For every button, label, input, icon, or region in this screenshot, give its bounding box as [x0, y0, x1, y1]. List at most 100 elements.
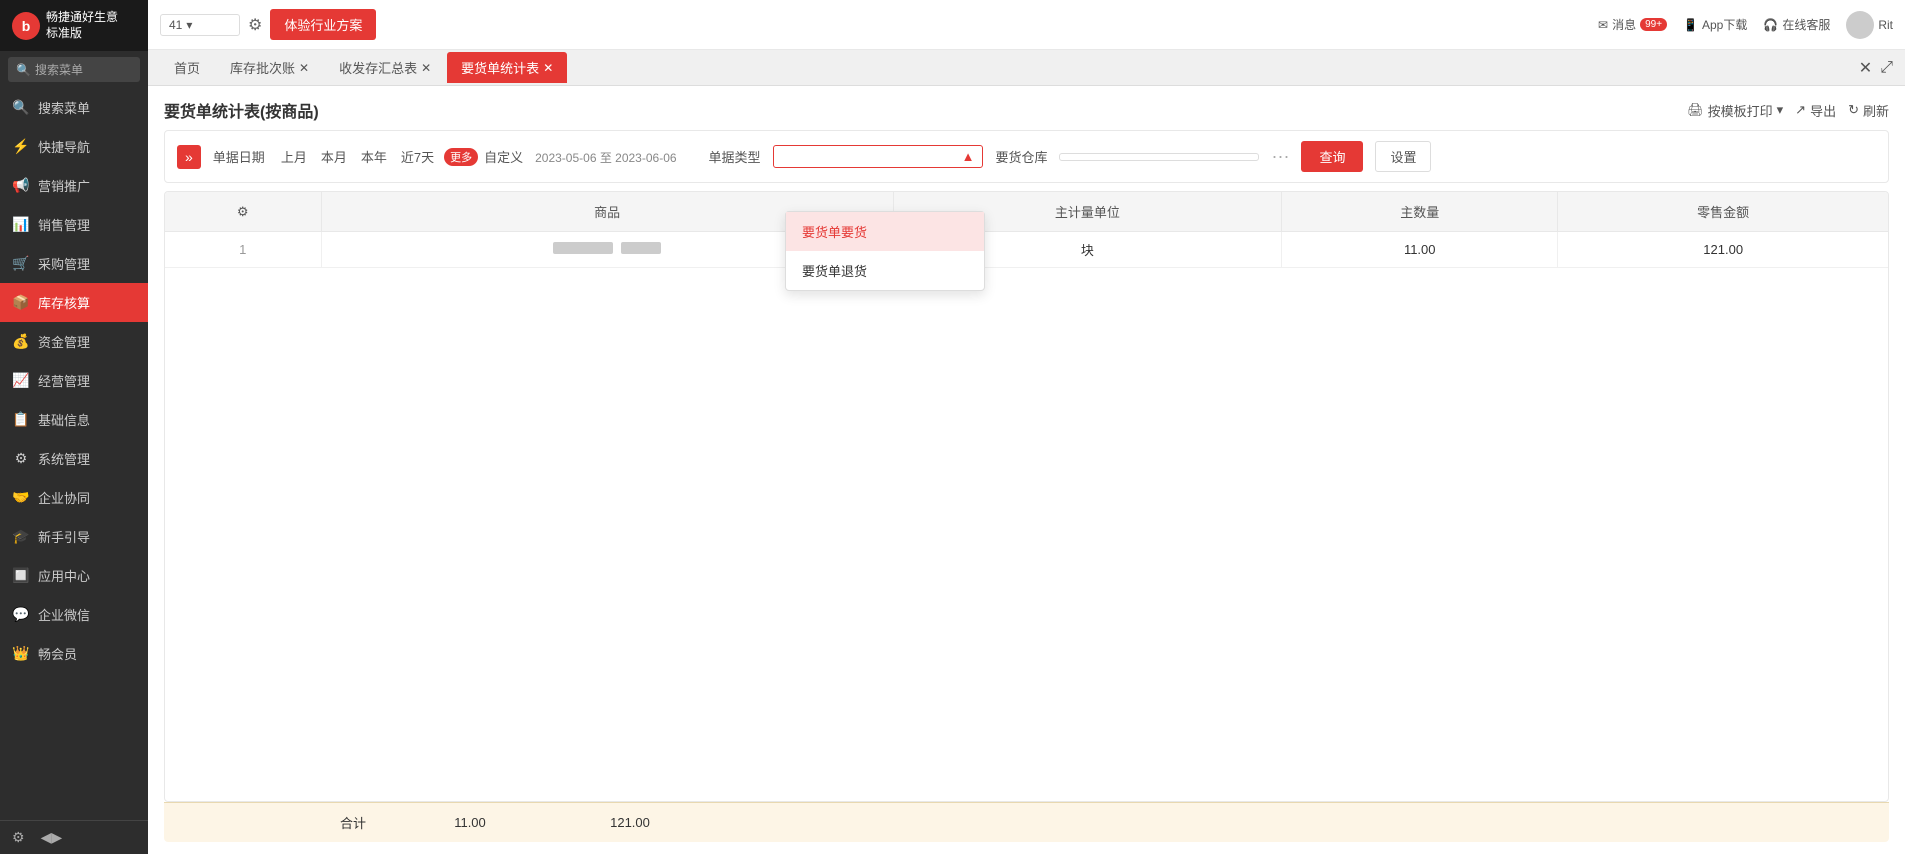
sidebar-item-base[interactable]: 📋基础信息 — [0, 400, 148, 439]
tab-order-stats[interactable]: 要货单统计表✕ — [447, 52, 567, 83]
table-row: 1 块 11.00 121.00 — [165, 232, 1888, 268]
tab-label-collect-summary: 收发存汇总表 — [339, 58, 417, 77]
search-icon: 🔍 — [16, 63, 31, 77]
message-action[interactable]: ✉ 消息 99+ — [1598, 16, 1667, 33]
sidebar-label-wechat: 企业微信 — [38, 605, 90, 624]
sidebar-item-inventory[interactable]: 📦库存核算 — [0, 283, 148, 322]
sidebar-icon-finance: 💰 — [12, 333, 30, 350]
sidebar-icon-marketing: 📢 — [12, 177, 30, 194]
dropdown-item-order-return[interactable]: 要货单退货 — [786, 251, 984, 290]
trial-button[interactable]: 体验行业方案 — [270, 9, 376, 40]
main-content: 41 ▾ ⚙ 体验行业方案 ✉ 消息 99+ 📱 App下载 🎧 在线客服 R — [148, 0, 1905, 854]
sidebar-item-sales[interactable]: 📊销售管理 — [0, 205, 148, 244]
table-footer: 合计 11.00 121.00 — [164, 802, 1889, 842]
sidebar-icon-appstore: 🔲 — [12, 567, 30, 584]
refresh-button[interactable]: ↻ 刷新 — [1848, 101, 1889, 120]
collapse-icon[interactable]: ◀▶ — [41, 829, 63, 846]
tab-close-order-stats[interactable]: ✕ — [543, 61, 553, 75]
sidebar-icon-member: 👑 — [12, 645, 30, 662]
sidebar-item-quick-nav[interactable]: ⚡快捷导航 — [0, 127, 148, 166]
export-button[interactable]: ↗ 导出 — [1795, 101, 1836, 120]
tab-close-inventory-batch[interactable]: ✕ — [299, 61, 309, 75]
logo-icon: b — [12, 12, 40, 40]
sidebar-item-operations[interactable]: 📈经营管理 — [0, 361, 148, 400]
product-blur2 — [621, 242, 661, 254]
more-filter-btn[interactable]: ··· — [1271, 146, 1289, 167]
tab-label-home: 首页 — [174, 58, 200, 77]
sidebar-item-finance[interactable]: 💰资金管理 — [0, 322, 148, 361]
sidebar-icon-search: 🔍 — [12, 99, 30, 116]
sidebar-item-wechat[interactable]: 💬企业微信 — [0, 595, 148, 634]
sidebar-label-appstore: 应用中心 — [38, 566, 90, 585]
filter-expand-button[interactable]: » — [177, 145, 201, 169]
date-this-month[interactable]: 本月 — [317, 145, 351, 168]
sidebar-bottom: ⚙ ◀▶ — [0, 820, 148, 854]
sidebar-item-purchase[interactable]: 🛒采购管理 — [0, 244, 148, 283]
settings-icon[interactable]: ⚙ — [12, 829, 25, 846]
sidebar-label-search: 搜索菜单 — [38, 98, 90, 117]
query-button[interactable]: 查询 — [1301, 141, 1363, 172]
footer-label: 合计 — [180, 813, 380, 832]
date-this-year[interactable]: 本年 — [357, 145, 391, 168]
tab-inventory-batch[interactable]: 库存批次账✕ — [216, 52, 323, 83]
tabs-bar: 首页库存批次账✕收发存汇总表✕要货单统计表✕✕⤢ — [148, 50, 1905, 86]
col-header: 主数量 — [1282, 192, 1558, 232]
message-icon: ✉ — [1598, 18, 1608, 32]
sidebar-label-base: 基础信息 — [38, 410, 90, 429]
type-input[interactable]: ▲ — [773, 145, 984, 168]
date-label: 单据日期 — [213, 147, 265, 166]
sidebar-item-enterprise[interactable]: 🤝企业协同 — [0, 478, 148, 517]
warehouse-input[interactable] — [1059, 153, 1259, 161]
sidebar-icon-enterprise: 🤝 — [12, 489, 30, 506]
sidebar-label-inventory: 库存核算 — [38, 293, 90, 312]
print-button[interactable]: 🖨 按模板打印 ▾ — [1687, 101, 1783, 120]
app-download-label: App下载 — [1702, 16, 1747, 33]
export-icon: ↗ — [1795, 102, 1806, 118]
sidebar-item-search[interactable]: 🔍 搜索菜单 — [0, 88, 148, 127]
sidebar-label-operations: 经营管理 — [38, 371, 90, 390]
store-selector[interactable]: 41 ▾ — [160, 14, 240, 36]
tab-close-all-icon[interactable]: ✕ — [1859, 58, 1872, 78]
headset-icon: 🎧 — [1763, 18, 1778, 32]
chevron-down-icon: ▾ — [1777, 102, 1784, 118]
table-body: 1 块 11.00 121.00 — [165, 232, 1888, 268]
topbar-gear-icon[interactable]: ⚙ — [248, 15, 262, 35]
sidebar-label-marketing: 营销推广 — [38, 176, 90, 195]
sidebar-item-guide[interactable]: 🎓新手引导 — [0, 517, 148, 556]
sidebar-item-member[interactable]: 👑畅会员 — [0, 634, 148, 673]
sidebar-search[interactable]: 🔍 搜索菜单 — [8, 57, 140, 82]
table-area: ⚙商品主计量单位主数量零售金额 1 块 11.00 121.00 — [164, 191, 1889, 802]
sidebar-icon-guide: 🎓 — [12, 528, 30, 545]
search-label: 搜索菜单 — [35, 61, 83, 78]
tab-home[interactable]: 首页 — [160, 52, 214, 83]
sidebar: b 畅捷通好生意 标准版 🔍 搜索菜单 🔍 搜索菜单 ⚡快捷导航 📢 营销推广 📊销售管理… — [0, 0, 148, 854]
product-blur1 — [553, 242, 613, 254]
page-title: 要货单统计表(按商品) — [164, 98, 319, 122]
tabs-end-actions: ✕⤢ — [1859, 58, 1893, 78]
date-more-badge[interactable]: 更多 — [444, 148, 478, 166]
online-service-label: 在线客服 — [1782, 16, 1830, 33]
user-name: Rit — [1878, 18, 1893, 32]
set-button[interactable]: 设置 — [1375, 141, 1431, 172]
sidebar-nav: 🔍 搜索菜单 ⚡快捷导航 📢 营销推广 📊销售管理🛒采购管理📦库存核算💰资金管理📈经营管理… — [0, 88, 148, 820]
tab-expand-icon[interactable]: ⤢ — [1880, 59, 1893, 77]
app-download-action[interactable]: 📱 App下载 — [1683, 16, 1747, 33]
online-service-action[interactable]: 🎧 在线客服 — [1763, 16, 1830, 33]
refresh-icon: ↻ — [1848, 102, 1859, 118]
user-avatar[interactable]: Rit — [1846, 11, 1893, 39]
date-last-7days[interactable]: 近7天 — [397, 145, 438, 168]
sidebar-item-system[interactable]: ⚙系统管理 — [0, 439, 148, 478]
tab-collect-summary[interactable]: 收发存汇总表 ✕ — [325, 52, 445, 83]
tab-close-collect-summary[interactable]: ✕ — [421, 61, 431, 75]
filter-row: » 单据日期 上月 本月 本年 近7天 更多 自定义 2023-05-06 至 … — [177, 141, 1876, 172]
sidebar-item-marketing[interactable]: 📢 营销推广 — [0, 166, 148, 205]
page-header: 要货单统计表(按商品) 🖨 按模板打印 ▾ ↗ 导出 ↻ 刷新 — [148, 86, 1905, 130]
app-logo: b 畅捷通好生意 标准版 — [0, 0, 148, 51]
type-text-input[interactable] — [782, 149, 958, 164]
sidebar-item-appstore[interactable]: 🔲 应用中心 — [0, 556, 148, 595]
date-custom-btn[interactable]: 自定义 — [484, 147, 523, 166]
date-last-month[interactable]: 上月 — [277, 145, 311, 168]
dropdown-item-order-goods[interactable]: 要货单要货 — [786, 212, 984, 251]
store-number: 41 — [169, 18, 182, 32]
type-label: 单据类型 — [709, 147, 761, 166]
